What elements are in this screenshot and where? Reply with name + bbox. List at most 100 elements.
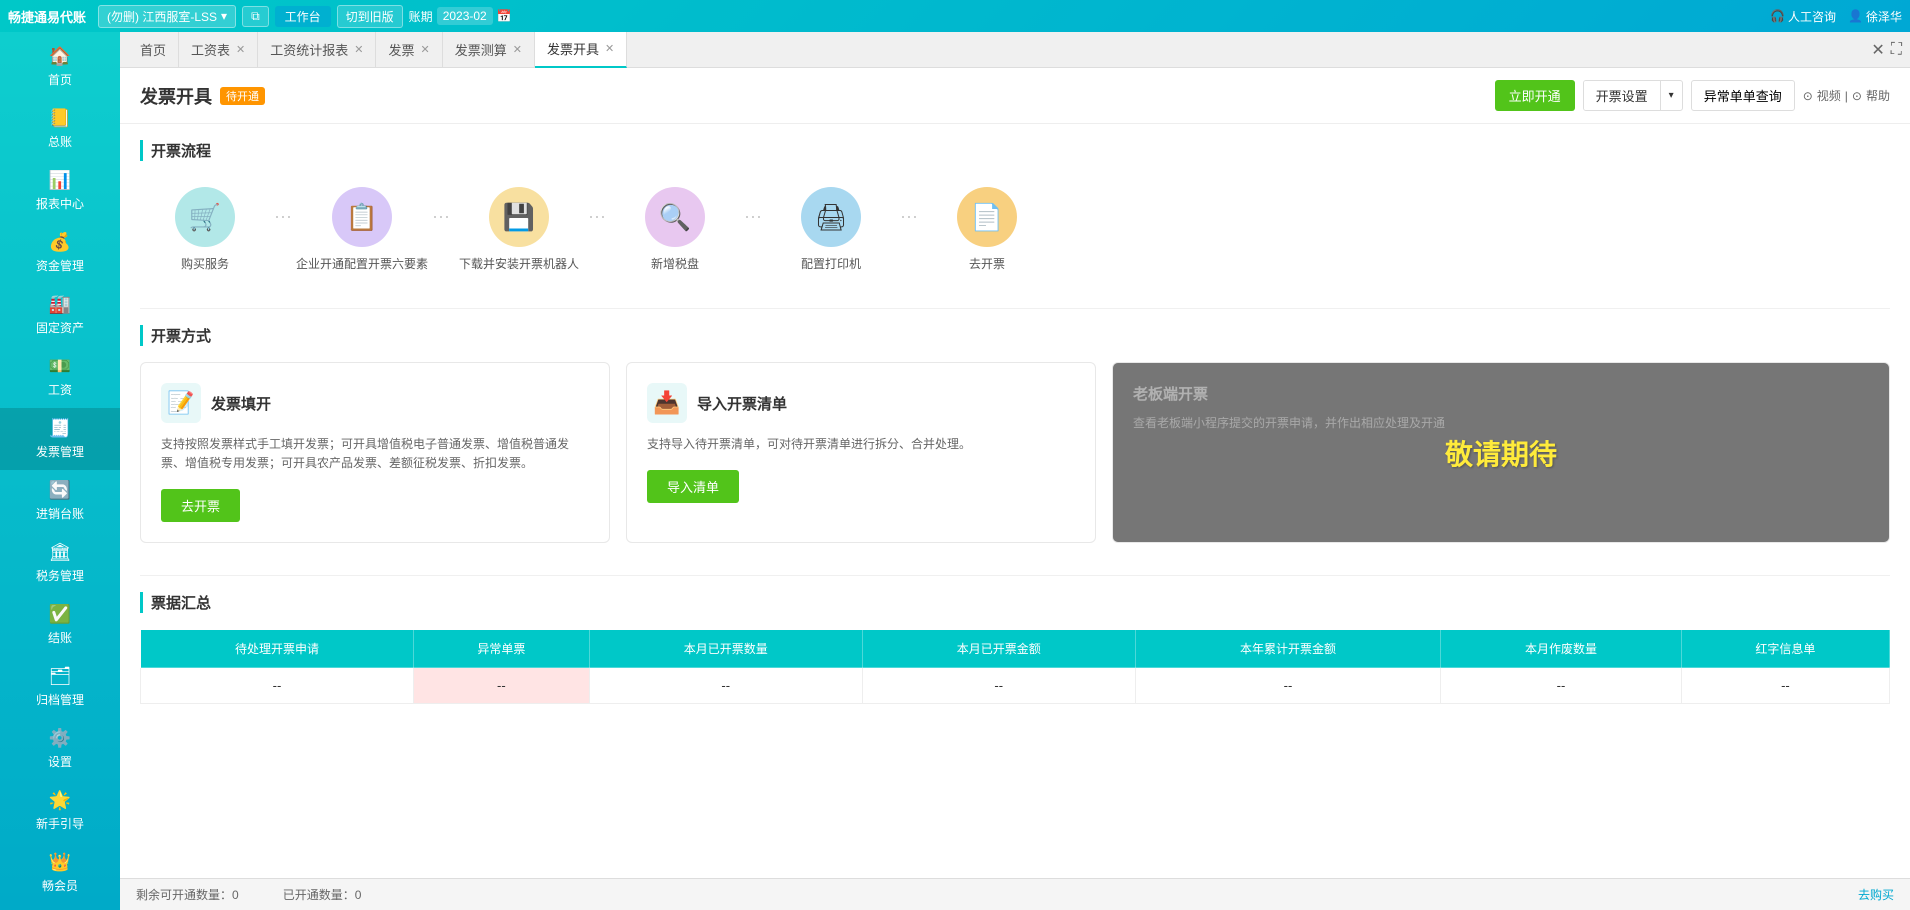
tab-invoice-close[interactable]: ✕: [421, 43, 430, 56]
help-label[interactable]: 帮助: [1866, 87, 1890, 104]
process-label-2: 企业开通配置开票六要素: [296, 255, 428, 272]
tab-invoice-issue-close[interactable]: ✕: [605, 42, 614, 55]
tab-payroll-report-label: 工资统计报表: [270, 40, 348, 59]
summary-section: 票据汇总 待处理开票申请 异常单票 本月已开票数量 本月已开票金额 本年累计开票…: [120, 576, 1910, 720]
process-icon-2: 📋: [332, 187, 392, 247]
process-icon-1: 🛒: [175, 187, 235, 247]
sidebar-member-label: 畅会员: [42, 877, 78, 894]
tab-payroll-report-close[interactable]: ✕: [354, 43, 363, 56]
abnormal-query-button[interactable]: 异常单单查询: [1691, 80, 1795, 111]
sidebar-item-settings[interactable]: ⚙️ 设置: [0, 718, 120, 780]
period-value[interactable]: 2023-02: [437, 7, 493, 25]
reports-icon: 📊: [49, 170, 71, 191]
sidebar-settlement-label: 结账: [48, 629, 72, 646]
archive-icon: 🗂: [49, 666, 72, 687]
sidebar-item-ledger[interactable]: 📒 总账: [0, 98, 120, 160]
sidebar-reports-label: 报表中心: [36, 195, 84, 212]
tab-payroll-label: 工资表: [191, 40, 230, 59]
sidebar-settings-label: 设置: [48, 753, 72, 770]
arrow-3: ⋯: [584, 207, 610, 228]
cell-pending[interactable]: --: [141, 668, 414, 704]
calendar-icon[interactable]: 📅: [497, 9, 512, 23]
summary-header-row: 待处理开票申请 异常单票 本月已开票数量 本月已开票金额 本年累计开票金额 本月…: [141, 630, 1890, 668]
tab-close-all[interactable]: ✕ ⛶: [1871, 40, 1902, 60]
summary-title: 票据汇总: [140, 592, 1890, 613]
sidebar-payroll-label: 工资: [48, 381, 72, 398]
process-step-2[interactable]: 📋 企业开通配置开票六要素: [296, 187, 428, 272]
import-card-icon: 📥: [647, 383, 687, 423]
page-title: 发票开具: [140, 83, 212, 109]
tab-invoice-label: 发票: [388, 40, 414, 59]
tab-invoice-issue[interactable]: 发票开具 ✕: [535, 32, 627, 68]
sidebar-item-reports[interactable]: 📊 报表中心: [0, 160, 120, 222]
sidebar-item-settlement[interactable]: ✅ 结账: [0, 594, 120, 656]
tab-payroll[interactable]: 工资表 ✕: [179, 32, 258, 68]
buy-link[interactable]: 去购买: [1858, 886, 1894, 903]
page-header: 发票开具 待开通 立即开通 开票设置 ▾ 异常单单查询 ⊙ 视频 | ⊙ 帮助: [120, 68, 1910, 124]
immediate-open-button[interactable]: 立即开通: [1495, 80, 1575, 111]
process-section: 开票流程 🛒 购买服务 ⋯ 📋 企业开通配置开票六要素 ⋯ 💾 下载并安装开票机: [120, 124, 1910, 308]
sidebar-item-home[interactable]: 🏠 首页: [0, 36, 120, 98]
tab-payroll-report[interactable]: 工资统计报表 ✕: [258, 32, 376, 68]
cell-red-note: --: [1681, 668, 1889, 704]
copy-button[interactable]: ⧉: [242, 6, 269, 27]
arrow-1: ⋯: [270, 207, 296, 228]
cell-abnormal[interactable]: --: [414, 668, 590, 704]
sidebar-item-member[interactable]: 👑 畅会员: [0, 842, 120, 904]
user-button[interactable]: 👤 徐泽华: [1848, 8, 1902, 25]
process-step-6[interactable]: 📄 去开票: [922, 187, 1052, 272]
col-month-amount: 本月已开票金额: [862, 630, 1135, 668]
process-icon-4: 🔍: [645, 187, 705, 247]
circle-icon: ⊙: [1803, 89, 1813, 103]
cell-month-count: --: [589, 668, 862, 704]
tab-home-label: 首页: [140, 40, 166, 59]
content-area: 首页 工资表 ✕ 工资统计报表 ✕ 发票 ✕ 发票测算 ✕ 发票开具 ✕: [120, 32, 1910, 910]
status-badge: 待开通: [220, 87, 265, 105]
sidebar-item-tax[interactable]: 🏛 税务管理: [0, 532, 120, 594]
go-issue-button[interactable]: 去开票: [161, 489, 240, 522]
tab-invoice[interactable]: 发票 ✕: [376, 32, 442, 68]
sidebar-item-guide[interactable]: 🌟 新手引导: [0, 780, 120, 842]
method-card-fill: 📝 发票填开 支持按照发票样式手工填开发票；可开具增值税电子普通发票、增值税普通…: [140, 362, 610, 543]
settings-dropdown-icon[interactable]: ▾: [1661, 85, 1682, 106]
process-label-6: 去开票: [969, 255, 1005, 272]
top-bar-right: 🎧 人工咨询 👤 徐泽华: [1770, 8, 1902, 25]
settings-label: 开票设置: [1584, 81, 1661, 110]
sidebar-item-funds[interactable]: 💰 资金管理: [0, 222, 120, 284]
home-icon: 🏠: [49, 46, 71, 67]
sidebar-funds-label: 资金管理: [36, 257, 84, 274]
sidebar-item-purchase-sale[interactable]: 🔄 进销台账: [0, 470, 120, 532]
sidebar-item-assets[interactable]: 🏭 固定资产: [0, 284, 120, 346]
switch-old-button[interactable]: 切到旧版: [337, 5, 403, 28]
col-pending: 待处理开票申请: [141, 630, 414, 668]
tab-home[interactable]: 首页: [128, 32, 179, 68]
sidebar-item-archive[interactable]: 🗂 归档管理: [0, 656, 120, 718]
workspace-button[interactable]: 工作台: [275, 6, 331, 27]
tab-invoice-calc-close[interactable]: ✕: [513, 43, 522, 56]
sidebar-item-invoice[interactable]: 🧾 发票管理: [0, 408, 120, 470]
sidebar-tax-label: 税务管理: [36, 567, 84, 584]
settings-button[interactable]: 开票设置 ▾: [1583, 80, 1683, 111]
fill-card-title: 发票填开: [211, 393, 271, 414]
import-list-button[interactable]: 导入清单: [647, 470, 739, 503]
tab-invoice-issue-label: 发票开具: [547, 39, 599, 58]
guide-icon: 🌟: [49, 790, 71, 811]
process-step-5[interactable]: 🖨 配置打印机: [766, 187, 896, 272]
process-step-4[interactable]: 🔍 新增税盘: [610, 187, 740, 272]
opened-label: 已开通数量：0: [283, 886, 362, 903]
process-step-3[interactable]: 💾 下载并安装开票机器人: [454, 187, 584, 272]
cell-month-amount: --: [862, 668, 1135, 704]
consult-button[interactable]: 🎧 人工咨询: [1770, 8, 1836, 25]
sidebar-pin-button[interactable]: 📌 取消固定: [0, 904, 120, 910]
sidebar-item-payroll[interactable]: 💵 工资: [0, 346, 120, 408]
col-void-count: 本月作废数量: [1441, 630, 1682, 668]
tab-payroll-close[interactable]: ✕: [236, 43, 245, 56]
process-step-1[interactable]: 🛒 购买服务: [140, 187, 270, 272]
period-label: 账期: [409, 8, 433, 25]
tab-invoice-calc[interactable]: 发票测算 ✕: [443, 32, 535, 68]
company-selector[interactable]: (勿删) 江西服室-LSS ▾: [98, 5, 236, 28]
sidebar-archive-label: 归档管理: [36, 691, 84, 708]
view-label[interactable]: 视频: [1817, 87, 1841, 104]
remaining-label: 剩余可开通数量：0: [136, 886, 239, 903]
funds-icon: 💰: [49, 232, 71, 253]
